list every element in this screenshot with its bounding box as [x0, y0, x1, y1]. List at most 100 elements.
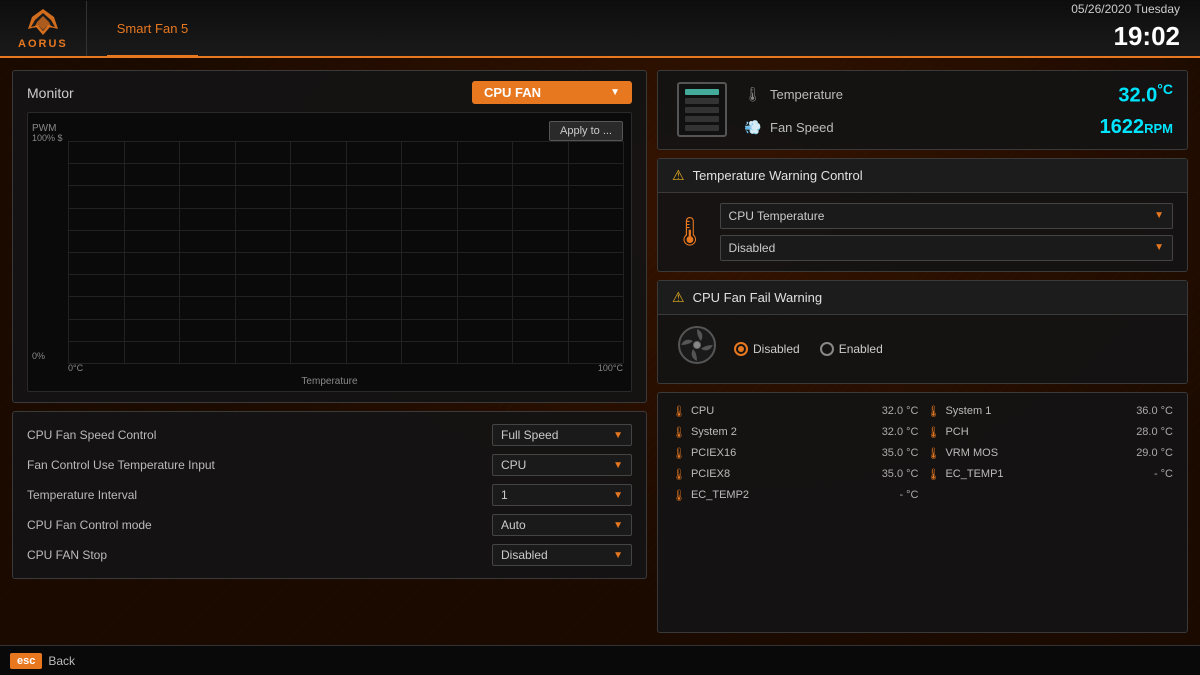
thermometer-small-icon: 🌡	[744, 86, 762, 103]
sensor-name-left-0: CPU	[691, 405, 854, 417]
aorus-logo-icon	[26, 7, 60, 37]
sensor-icon-left-2: 🌡	[672, 447, 686, 460]
control-label-4: CPU FAN Stop	[27, 548, 492, 562]
chevron-down-icon-2: ▼	[1154, 210, 1164, 221]
right-panel: 🌡 Temperature 32.0°C 💨 Fan Speed 1622RPM	[657, 70, 1188, 633]
fan-speed-row: 💨 Fan Speed 1622RPM	[744, 116, 1173, 139]
sensor-value-left-4: - °C	[859, 489, 919, 501]
control-row-0: CPU Fan Speed ControlFull Speed▼	[27, 420, 632, 450]
sensor-right-1: 🌡PCH28.0 °C	[927, 424, 1174, 441]
logo-text: AORUS	[18, 38, 68, 50]
sensor-value-left-3: 35.0 °C	[859, 468, 919, 480]
logo-area: AORUS	[0, 1, 87, 56]
sensor-name-right-3: EC_TEMP1	[945, 468, 1108, 480]
fan-speed-label: Fan Speed	[770, 120, 1092, 135]
fan-fail-header: ⚠ CPU Fan Fail Warning	[658, 281, 1187, 315]
sensor-left-2: 🌡 PCIEX16 35.0 °C	[672, 445, 919, 462]
esc-badge[interactable]: esc	[10, 653, 42, 669]
chart-y-min: 0%	[32, 351, 45, 361]
control-dropdown-2[interactable]: 1▼	[492, 484, 632, 506]
disabled-radio-option[interactable]: Disabled	[734, 342, 800, 356]
control-dropdown-1[interactable]: CPU▼	[492, 454, 632, 476]
temperature-label: Temperature	[770, 87, 1110, 102]
temp-source-dropdown[interactable]: CPU Temperature ▼	[720, 203, 1173, 229]
temperature-row: 🌡 Temperature 32.0°C	[744, 81, 1173, 108]
temp-warning-card: ⚠ Temperature Warning Control 🌡 CPU Temp…	[657, 158, 1188, 272]
control-label-1: Fan Control Use Temperature Input	[27, 458, 492, 472]
main-content: Monitor CPU FAN ▼ PWM 100% $ 0% 0°C 100°…	[0, 58, 1200, 645]
chevron-down-icon-ctrl-3: ▼	[613, 520, 623, 531]
sensor-left-3: 🌡 PCIEX8 35.0 °C	[672, 466, 919, 483]
pc-case-icon	[677, 82, 727, 137]
control-row-3: CPU Fan Control mode Auto ▼	[27, 510, 632, 540]
grid-line-v-5	[346, 141, 347, 363]
sensor-icon-left-3: 🌡	[672, 468, 686, 481]
sensor-value-left-2: 35.0 °C	[859, 447, 919, 459]
datetime-area: 05/26/2020 Tuesday 19:02	[1071, 1, 1200, 54]
temperature-value: 32.0°C	[1118, 81, 1173, 108]
sensor-right-3: 🌡EC_TEMP1- °C	[927, 466, 1174, 483]
control-value-2: 1	[501, 488, 508, 502]
chart-x-start: 0°C	[68, 363, 83, 373]
control-row-1: Fan Control Use Temperature InputCPU▼	[27, 450, 632, 480]
sensor-value-left-1: 32.0 °C	[859, 426, 919, 438]
sensor-name-left-3: PCIEX8	[691, 468, 854, 480]
chevron-down-icon-3: ▼	[1154, 242, 1164, 253]
apply-to-button[interactable]: Apply to ...	[549, 121, 623, 141]
sensor-name-right-1: PCH	[945, 426, 1108, 438]
warning-icon-2: ⚠	[672, 289, 685, 306]
chevron-down-icon-ctrl-1: ▼	[613, 460, 623, 471]
grid-line-v-2	[179, 141, 180, 363]
fan-selector-dropdown[interactable]: CPU FAN ▼	[472, 81, 632, 104]
sensor-value-right-2: 29.0 °C	[1113, 447, 1173, 459]
pc-slot-4	[685, 116, 719, 122]
chart-y-max: 100% $	[32, 133, 63, 143]
left-panel: Monitor CPU FAN ▼ PWM 100% $ 0% 0°C 100°…	[12, 70, 647, 633]
control-value-4: Disabled	[501, 548, 548, 562]
control-value-3: Auto	[501, 518, 526, 532]
control-row-2: Temperature Interval1▼	[27, 480, 632, 510]
pc-slot-2	[685, 98, 719, 104]
temp-action-dropdown[interactable]: Disabled ▼	[720, 235, 1173, 261]
pc-slot-3	[685, 107, 719, 113]
control-dropdown-0[interactable]: Full Speed▼	[492, 424, 632, 446]
temp-source-value: CPU Temperature	[729, 209, 825, 223]
pc-slot-5	[685, 125, 719, 131]
controls-card: CPU Fan Speed ControlFull Speed▼Fan Cont…	[12, 411, 647, 579]
top-bar: AORUS Smart Fan 5 05/26/2020 Tuesday 19:…	[0, 0, 1200, 58]
control-row-4: CPU FAN Stop Disabled ▼	[27, 540, 632, 570]
control-label-0: CPU Fan Speed Control	[27, 428, 492, 442]
smart-fan-tab[interactable]: Smart Fan 5	[107, 1, 199, 57]
monitor-card: Monitor CPU FAN ▼ PWM 100% $ 0% 0°C 100°…	[12, 70, 647, 403]
grid-line-v-10	[623, 141, 624, 363]
chevron-down-icon-ctrl-4: ▼	[613, 550, 623, 561]
sensor-value-right-3: - °C	[1113, 468, 1173, 480]
enabled-radio-option[interactable]: Enabled	[820, 342, 883, 356]
enabled-radio-label: Enabled	[839, 342, 883, 356]
sensor-name-left-1: System 2	[691, 426, 854, 438]
temp-warning-title: Temperature Warning Control	[693, 168, 863, 183]
control-label-3: CPU Fan Control mode	[27, 518, 492, 532]
sensor-right-4	[927, 487, 1174, 504]
sensor-icon-right-0: 🌡	[927, 405, 941, 418]
chart-x-end: 100°C	[598, 363, 623, 373]
monitor-header: Monitor CPU FAN ▼	[27, 81, 632, 104]
control-dropdown-4[interactable]: Disabled ▼	[492, 544, 632, 566]
grid-line-v-4	[290, 141, 291, 363]
chevron-down-icon: ▼	[610, 87, 620, 98]
temp-fan-card: 🌡 Temperature 32.0°C 💨 Fan Speed 1622RPM	[657, 70, 1188, 150]
chart-grid	[68, 141, 623, 363]
sensor-icon-right-2: 🌡	[927, 447, 941, 460]
monitor-title: Monitor	[27, 85, 74, 101]
control-dropdown-3[interactable]: Auto ▼	[492, 514, 632, 536]
chevron-down-icon-ctrl-2: ▼	[613, 490, 623, 501]
fan-chart[interactable]: PWM 100% $ 0% 0°C 100°C Temperature Appl…	[27, 112, 632, 392]
thermometer-icon: 🌡	[672, 215, 708, 248]
sensor-icon-right-1: 🌡	[927, 426, 941, 439]
pc-icon-area	[672, 82, 732, 137]
sensor-name-left-2: PCIEX16	[691, 447, 854, 459]
disabled-radio-label: Disabled	[753, 342, 800, 356]
sensor-icon-left-4: 🌡	[672, 489, 686, 502]
warning-dropdowns: CPU Temperature ▼ Disabled ▼	[720, 203, 1173, 261]
grid-line-v-9	[568, 141, 569, 363]
